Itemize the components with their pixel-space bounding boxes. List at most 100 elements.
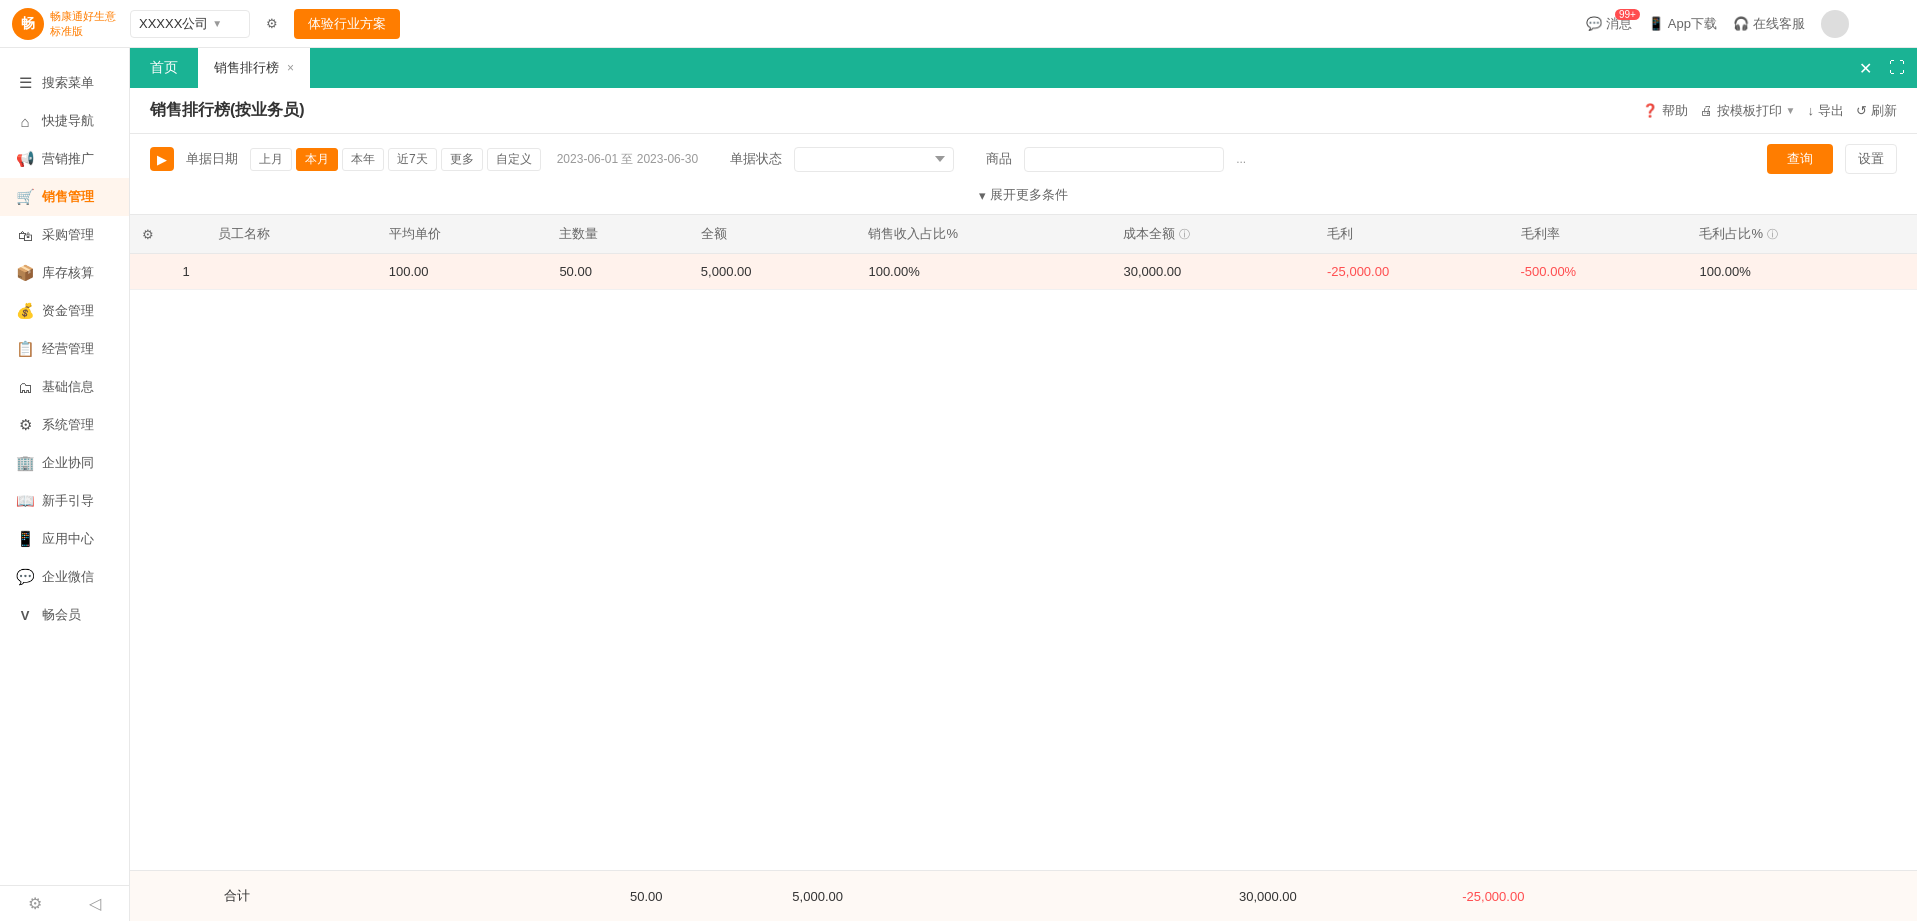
query-button[interactable]: 查询 bbox=[1767, 144, 1833, 174]
maximize-icon[interactable]: ⛶ bbox=[1885, 56, 1909, 80]
top-right: 💬 消息 99+ 📱 App下载 🎧 在线客服 bbox=[1586, 10, 1905, 38]
page-header: 销售排行榜(按业务员) ❓ 帮助 🖨 按模板打印 ▼ ↓ bbox=[130, 88, 1917, 134]
company-name: XXXXX公司 bbox=[139, 15, 208, 33]
print-button[interactable]: 🖨 按模板打印 ▼ bbox=[1700, 102, 1796, 120]
row-sales-pct: 100.00% bbox=[856, 254, 1111, 290]
sidebar-label-sales: 销售管理 bbox=[42, 188, 94, 206]
this-month-button[interactable]: 本月 bbox=[296, 148, 338, 171]
chevron-down-icon: ▼ bbox=[1786, 105, 1796, 116]
table-body: 1 100.00 50.00 5,000.00 100.00% 30,000.0… bbox=[130, 254, 1917, 290]
row-settings bbox=[130, 254, 166, 290]
status-select[interactable] bbox=[794, 147, 954, 172]
settings-icon[interactable]: ⚙ bbox=[258, 10, 286, 38]
message-icon: 💬 bbox=[1586, 16, 1602, 31]
home-icon: ⌂ bbox=[16, 112, 34, 130]
col-gross-rate: 毛利率 bbox=[1509, 215, 1688, 254]
more-button[interactable]: 更多 bbox=[441, 148, 483, 171]
print-icon: 🖨 bbox=[1700, 103, 1713, 118]
sidebar-settings-icon[interactable]: ⚙ bbox=[28, 894, 42, 913]
close-window-icon[interactable]: ✕ bbox=[1853, 56, 1877, 80]
sidebar-item-inventory[interactable]: 📦 库存核算 bbox=[0, 254, 129, 292]
sidebar-label-finance: 资金管理 bbox=[42, 302, 94, 320]
avatar[interactable] bbox=[1821, 10, 1849, 38]
goods-input[interactable] bbox=[1024, 147, 1224, 172]
tab-home[interactable]: 首页 bbox=[130, 48, 198, 88]
system-icon: ⚙ bbox=[16, 416, 34, 434]
footer-row: 合计 50.00 5,000.00 30,000.00 -25,000.00 bbox=[142, 881, 1905, 911]
filter-toggle-button[interactable]: ▶ bbox=[150, 147, 174, 171]
col-sales-pct: 销售收入占比% bbox=[856, 215, 1111, 254]
sidebar: ☰ 搜索菜单 ⌂ 快捷导航 📢 营销推广 🛒 销售管理 🛍 采购管理 📦 库 bbox=[0, 48, 130, 921]
megaphone-icon: 📢 bbox=[16, 150, 34, 168]
help-button[interactable]: ❓ 帮助 bbox=[1642, 102, 1688, 120]
this-year-button[interactable]: 本年 bbox=[342, 148, 384, 171]
main-area: ☰ 搜索菜单 ⌂ 快捷导航 📢 营销推广 🛒 销售管理 🛍 采购管理 📦 库 bbox=[0, 48, 1917, 921]
sidebar-label-app-center: 应用中心 bbox=[42, 530, 94, 548]
sidebar-item-enterprise[interactable]: 🏢 企业协同 bbox=[0, 444, 129, 482]
col-qty: 主数量 bbox=[547, 215, 688, 254]
row-cost: 30,000.00 bbox=[1111, 254, 1315, 290]
tab-bar: 首页 销售排行榜 × ✕ ⛶ bbox=[130, 48, 1917, 88]
sidebar-item-sales[interactable]: 🛒 销售管理 bbox=[0, 178, 129, 216]
col-gross-pct: 毛利占比% ⓘ bbox=[1687, 215, 1917, 254]
sidebar-item-system[interactable]: ⚙ 系统管理 bbox=[0, 406, 129, 444]
sidebar-collapse-icon[interactable]: ◁ bbox=[89, 894, 101, 913]
refresh-button[interactable]: ↺ 刷新 bbox=[1856, 102, 1897, 120]
footer-qty: 50.00 bbox=[618, 881, 780, 911]
trial-button[interactable]: 体验行业方案 bbox=[294, 9, 400, 39]
row-rank: 1 bbox=[166, 254, 206, 290]
sidebar-item-basic-info[interactable]: 🗂 基础信息 bbox=[0, 368, 129, 406]
sidebar-item-search[interactable]: ☰ 搜索菜单 bbox=[0, 64, 129, 102]
info-icon: 🗂 bbox=[16, 378, 34, 396]
export-button[interactable]: ↓ 导出 bbox=[1808, 102, 1845, 120]
row-avg-price: 100.00 bbox=[377, 254, 548, 290]
last-month-button[interactable]: 上月 bbox=[250, 148, 292, 171]
page-title: 销售排行榜(按业务员) bbox=[150, 100, 305, 121]
sidebar-footer: ⚙ ◁ bbox=[0, 885, 129, 921]
tab-close-icon[interactable]: × bbox=[287, 61, 294, 75]
user-name bbox=[1865, 10, 1905, 38]
company-selector[interactable]: XXXXX公司 ▼ bbox=[130, 10, 250, 38]
sidebar-item-wechat[interactable]: 💬 企业微信 bbox=[0, 558, 129, 596]
refresh-icon: ↺ bbox=[1856, 103, 1867, 118]
info-icon: ⓘ bbox=[1179, 228, 1190, 240]
sidebar-item-member[interactable]: V 畅会员 bbox=[0, 596, 129, 634]
app-download-button[interactable]: 📱 App下载 bbox=[1648, 15, 1717, 33]
sidebar-item-app-center[interactable]: 📱 应用中心 bbox=[0, 520, 129, 558]
status-filter-label: 单据状态 bbox=[730, 150, 782, 168]
messages-button[interactable]: 💬 消息 99+ bbox=[1586, 15, 1632, 33]
member-icon: V bbox=[16, 606, 34, 624]
app-container: 畅 畅康通好生意 标准版 XXXXX公司 ▼ ⚙ 体验行业方案 💬 消息 99+… bbox=[0, 0, 1917, 921]
column-settings-button[interactable]: 设置 bbox=[1845, 144, 1897, 174]
online-service-button[interactable]: 🎧 在线客服 bbox=[1733, 15, 1805, 33]
sidebar-label-purchase: 采购管理 bbox=[42, 226, 94, 244]
guide-icon: 📖 bbox=[16, 492, 34, 510]
sidebar-item-marketing[interactable]: 📢 营销推广 bbox=[0, 140, 129, 178]
custom-button[interactable]: 自定义 bbox=[487, 148, 541, 171]
export-icon: ↓ bbox=[1808, 103, 1815, 118]
sidebar-item-purchase[interactable]: 🛍 采购管理 bbox=[0, 216, 129, 254]
tab-sales-ranking[interactable]: 销售排行榜 × bbox=[198, 48, 310, 88]
col-settings[interactable]: ⚙ bbox=[130, 215, 166, 254]
row-gross-pct: 100.00% bbox=[1687, 254, 1917, 290]
sidebar-label-member: 畅会员 bbox=[42, 606, 81, 624]
row-gross: -25,000.00 bbox=[1315, 254, 1509, 290]
sidebar-label-quick-nav: 快捷导航 bbox=[42, 112, 94, 130]
sidebar-item-quick-nav[interactable]: ⌂ 快捷导航 bbox=[0, 102, 129, 140]
tab-label: 销售排行榜 bbox=[214, 59, 279, 77]
sidebar-label-system: 系统管理 bbox=[42, 416, 94, 434]
page-content: 销售排行榜(按业务员) ❓ 帮助 🖨 按模板打印 ▼ ↓ bbox=[130, 88, 1917, 921]
footer-total-label: 合计 bbox=[212, 881, 415, 911]
sidebar-item-operations[interactable]: 📋 经营管理 bbox=[0, 330, 129, 368]
sidebar-label-enterprise: 企业协同 bbox=[42, 454, 94, 472]
sidebar-item-finance[interactable]: 💰 资金管理 bbox=[0, 292, 129, 330]
date-filter-label: 单据日期 bbox=[186, 150, 238, 168]
last-7-days-button[interactable]: 近7天 bbox=[388, 148, 437, 171]
sidebar-label-guide: 新手引导 bbox=[42, 492, 94, 510]
sidebar-item-guide[interactable]: 📖 新手引导 bbox=[0, 482, 129, 520]
messages-badge: 99+ bbox=[1615, 9, 1640, 20]
expand-conditions-button[interactable]: ▾ 展开更多条件 bbox=[979, 186, 1068, 204]
col-rank bbox=[166, 215, 206, 254]
bag-icon: 🛍 bbox=[16, 226, 34, 244]
info-icon2: ⓘ bbox=[1767, 228, 1778, 240]
